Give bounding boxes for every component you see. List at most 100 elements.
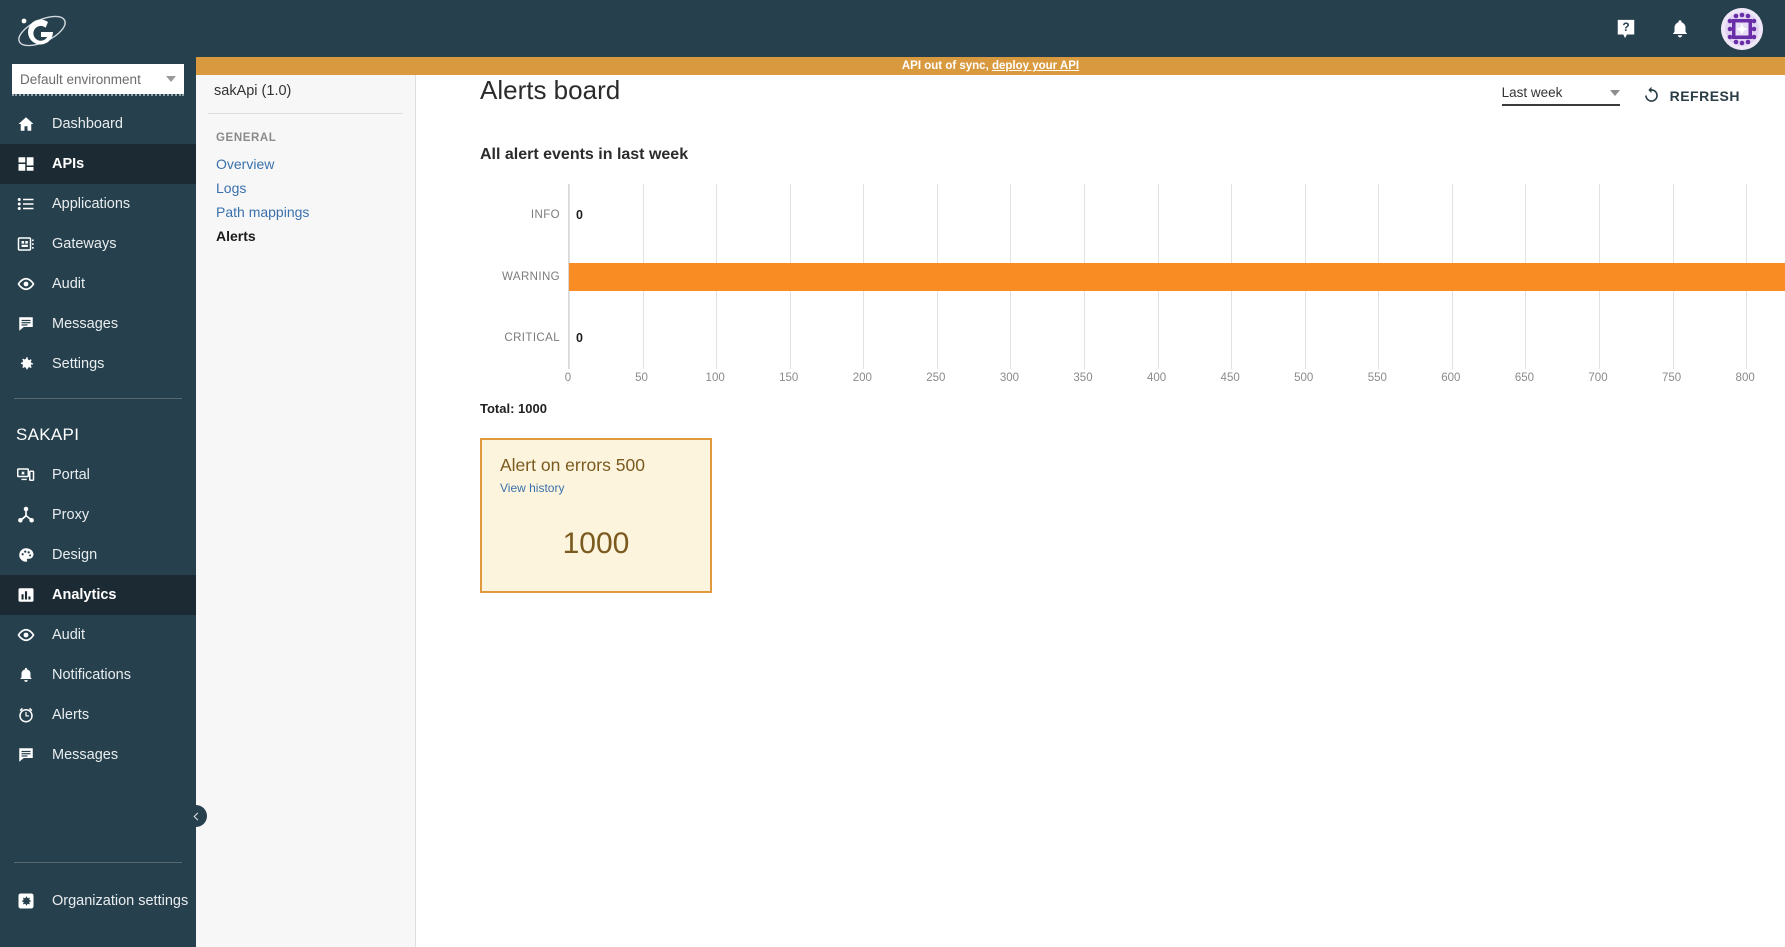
api-subnav: sakApi (1.0) GENERAL Overview Logs Path … bbox=[196, 0, 416, 947]
chart-bar-value: 0 bbox=[576, 331, 583, 346]
sidebar-item-label: Portal bbox=[52, 467, 90, 483]
sidebar-item-audit[interactable]: Audit bbox=[0, 264, 196, 304]
chart-category-label: CRITICAL bbox=[504, 332, 560, 345]
chart-x-tick: 550 bbox=[1367, 372, 1387, 384]
chart-x-tick: 650 bbox=[1514, 372, 1535, 384]
chart-x-tick: 750 bbox=[1661, 372, 1682, 384]
chart-x-tick: 0 bbox=[564, 372, 572, 384]
sidebar-divider bbox=[14, 398, 182, 399]
chevron-left-icon bbox=[192, 811, 198, 821]
sidebar-collapse-handle[interactable] bbox=[185, 805, 207, 827]
alert-card-view-history-link[interactable]: View history bbox=[500, 481, 692, 495]
sidebar-item-alerts[interactable]: Alerts bbox=[0, 695, 196, 735]
list-icon bbox=[16, 194, 36, 214]
alert-events-chart-block: All alert events in last week INFO WARNIN… bbox=[416, 146, 1785, 384]
chart-bar-value: 0 bbox=[576, 207, 583, 222]
eye-icon bbox=[16, 625, 36, 645]
sidebar-item-messages[interactable]: Messages bbox=[0, 304, 196, 344]
sync-banner: API out of sync, deploy your API bbox=[196, 57, 1785, 75]
chart-x-tick: 50 bbox=[635, 372, 648, 384]
subnav-item-alerts[interactable]: Alerts bbox=[196, 224, 415, 248]
sidebar-item-label: APIs bbox=[52, 156, 85, 172]
environment-selector[interactable]: Default environment bbox=[12, 64, 184, 96]
chart-x-tick: 250 bbox=[926, 372, 946, 384]
chevron-down-icon bbox=[1609, 89, 1620, 96]
message-icon bbox=[16, 314, 36, 334]
subnav-item-path-mappings[interactable]: Path mappings bbox=[196, 200, 415, 224]
alert-card[interactable]: Alert on errors 500 View history 1000 bbox=[480, 438, 712, 593]
subnav-item-logs[interactable]: Logs bbox=[196, 176, 415, 200]
alert-card-title: Alert on errors 500 bbox=[500, 455, 645, 475]
chart-category-label: WARNING bbox=[502, 270, 560, 283]
help-icon: ? bbox=[1617, 19, 1635, 38]
sidebar-item-label: Analytics bbox=[52, 587, 117, 603]
portal-icon bbox=[16, 465, 36, 485]
sidebar-item-label: Organization settings bbox=[52, 893, 189, 909]
logo[interactable] bbox=[0, 0, 196, 62]
sidebar-item-apis[interactable]: APIs bbox=[0, 144, 196, 184]
chart-x-tick: 800 bbox=[1735, 372, 1755, 384]
chart-total: Total: 1000 bbox=[480, 401, 547, 416]
sidebar-bottom-divider bbox=[14, 862, 182, 863]
sidebar-item-settings[interactable]: Settings bbox=[0, 344, 196, 384]
chart-x-tick: 200 bbox=[852, 372, 872, 384]
sidebar-item-label: Gateways bbox=[52, 236, 117, 252]
sidebar-item-label: Messages bbox=[52, 316, 119, 332]
sidebar-item-analytics[interactable]: Analytics bbox=[0, 575, 196, 615]
primary-nav: Dashboard APIs Applications Gateways Aud… bbox=[0, 104, 196, 384]
chart-x-tick: 350 bbox=[1073, 372, 1093, 384]
chart-x-tick: 100 bbox=[705, 372, 725, 384]
chart-bar[interactable] bbox=[569, 262, 1785, 291]
sidebar-item-applications[interactable]: Applications bbox=[0, 184, 196, 224]
refresh-label: REFRESH bbox=[1669, 87, 1740, 104]
message-icon bbox=[16, 745, 36, 765]
refresh-button[interactable]: REFRESH bbox=[1642, 86, 1740, 105]
avatar[interactable] bbox=[1721, 7, 1763, 50]
sidebar-item-design[interactable]: Design bbox=[0, 535, 196, 575]
sidebar-item-portal[interactable]: Portal bbox=[0, 455, 196, 495]
sidebar-item-label: Audit bbox=[52, 276, 86, 292]
subnav-item-overview[interactable]: Overview bbox=[196, 152, 415, 176]
alert-events-chart: INFOWARNINGCRITICAL 01 0000 050100150200… bbox=[480, 184, 1785, 384]
sidebar-item-organization-settings[interactable]: Organization settings bbox=[0, 881, 196, 921]
chart-plot-area: 01 0000 bbox=[568, 184, 1785, 369]
sidebar-item-notifications[interactable]: Notifications bbox=[0, 655, 196, 695]
sidebar-item-proxy[interactable]: Proxy bbox=[0, 495, 196, 535]
environment-label: Default environment bbox=[20, 71, 141, 87]
alert-cards: Alert on errors 500 View history 1000 bbox=[416, 438, 1785, 593]
time-range-label: Last week bbox=[1501, 85, 1563, 100]
subnav-group-label: GENERAL bbox=[216, 132, 277, 144]
org-gear-icon bbox=[16, 891, 36, 911]
gravitee-logo-icon bbox=[18, 15, 66, 47]
gateway-icon bbox=[16, 234, 36, 254]
chart-x-tick: 300 bbox=[999, 372, 1020, 384]
page-header: Alerts board Last week REFRESH bbox=[416, 75, 1785, 106]
chart-category-labels: INFO WARNING CRITICAL bbox=[480, 184, 568, 369]
sidebar-item-label: Alerts bbox=[52, 707, 90, 723]
sidebar-item-api-audit[interactable]: Audit bbox=[0, 615, 196, 655]
bell-icon bbox=[16, 665, 36, 685]
api-nav: Portal Proxy Design Analytics Audit Noti… bbox=[0, 455, 196, 775]
notifications-button[interactable] bbox=[1667, 16, 1693, 42]
api-name: sakApi (1.0) bbox=[214, 83, 292, 99]
sidebar-item-label: Applications bbox=[52, 196, 131, 212]
sidebar-item-api-messages[interactable]: Messages bbox=[0, 735, 196, 775]
deploy-api-link[interactable]: deploy your API bbox=[992, 60, 1079, 72]
chart-x-tick: 150 bbox=[779, 372, 799, 384]
refresh-icon bbox=[1644, 86, 1658, 102]
top-bar: ? bbox=[196, 0, 1785, 57]
time-range-select[interactable]: Last week bbox=[1501, 85, 1620, 106]
alert-card-value: 1000 bbox=[562, 527, 630, 560]
primary-sidebar: Default environment Dashboard APIs Appli… bbox=[0, 0, 207, 947]
chart-x-tick: 700 bbox=[1588, 372, 1608, 384]
chart-title: All alert events in last week bbox=[480, 146, 689, 163]
sidebar-item-dashboard[interactable]: Dashboard bbox=[0, 104, 196, 144]
help-button[interactable]: ? bbox=[1613, 16, 1639, 42]
sidebar-item-label: Design bbox=[52, 547, 98, 563]
chart-category-label: INFO bbox=[530, 208, 560, 221]
header-controls: Last week REFRESH bbox=[1501, 75, 1740, 106]
sidebar-item-gateways[interactable]: Gateways bbox=[0, 224, 196, 264]
sync-banner-text: API out of sync, bbox=[901, 60, 989, 72]
svg-text:?: ? bbox=[1622, 19, 1629, 33]
sidebar-group-title: SAKAPI bbox=[16, 425, 80, 444]
